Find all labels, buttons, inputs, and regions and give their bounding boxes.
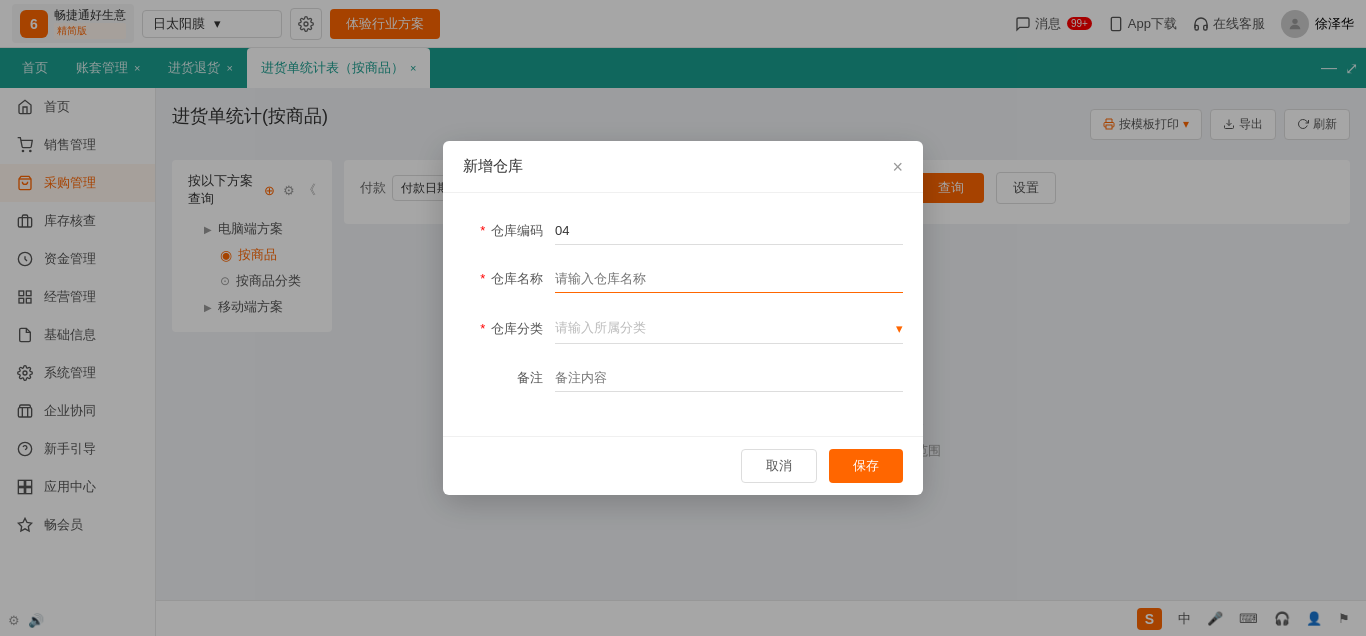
category-label-text: 仓库分类 — [491, 321, 543, 336]
name-required-mark: * — [480, 271, 485, 286]
modal-body: * 仓库编码 * 仓库名称 * 仓库分类 请输入所属 — [443, 193, 923, 436]
category-chevron-icon: ▾ — [896, 321, 903, 336]
modal-title: 新增仓库 — [463, 157, 523, 176]
modal-footer: 取消 保存 — [443, 436, 923, 495]
name-input[interactable] — [555, 265, 903, 293]
note-input[interactable] — [555, 364, 903, 392]
code-row: * 仓库编码 — [463, 217, 903, 245]
note-row: 备注 — [463, 364, 903, 392]
code-label-text: 仓库编码 — [491, 223, 543, 238]
name-row: * 仓库名称 — [463, 265, 903, 293]
modal-new-warehouse: 新增仓库 × * 仓库编码 * 仓库名称 — [443, 141, 923, 495]
save-button[interactable]: 保存 — [829, 449, 903, 483]
note-label: 备注 — [463, 369, 543, 387]
name-label: * 仓库名称 — [463, 270, 543, 288]
code-label: * 仓库编码 — [463, 222, 543, 240]
name-label-text: 仓库名称 — [491, 271, 543, 286]
category-row: * 仓库分类 请输入所属分类 ▾ — [463, 313, 903, 344]
code-input[interactable] — [555, 217, 903, 245]
cat-required-mark: * — [480, 321, 485, 336]
note-label-text: 备注 — [517, 370, 543, 385]
cancel-button[interactable]: 取消 — [741, 449, 817, 483]
category-label: * 仓库分类 — [463, 320, 543, 338]
modal-overlay[interactable]: 新增仓库 × * 仓库编码 * 仓库名称 — [0, 0, 1366, 636]
category-placeholder: 请输入所属分类 — [555, 313, 896, 343]
category-select-wrapper[interactable]: 请输入所属分类 ▾ — [555, 313, 903, 344]
modal-header: 新增仓库 × — [443, 141, 923, 193]
required-mark: * — [480, 223, 485, 238]
modal-close-icon[interactable]: × — [892, 158, 903, 176]
